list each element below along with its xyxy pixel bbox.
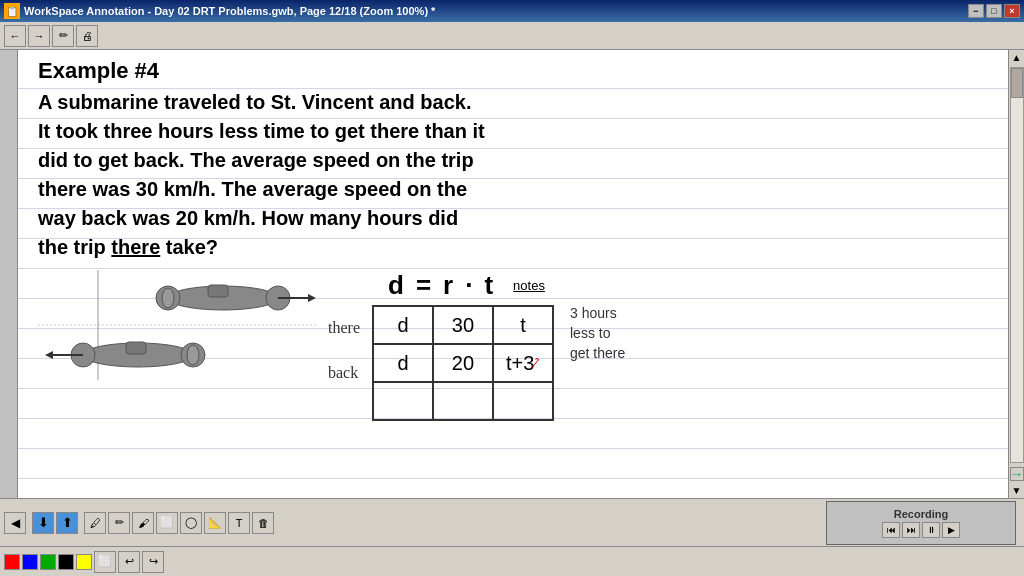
problem-line-2: It took three hours less time to get the… bbox=[38, 117, 988, 146]
notes-column: 3 hours less to get there bbox=[570, 305, 625, 361]
svg-point-6 bbox=[162, 288, 174, 308]
scroll-thumb[interactable] bbox=[1010, 67, 1024, 463]
cell-there-d: d bbox=[373, 306, 433, 344]
cell-back-d: d bbox=[373, 344, 433, 382]
window-controls[interactable]: − □ × bbox=[968, 4, 1020, 18]
rec-btn-3[interactable]: ⏸ bbox=[922, 522, 940, 538]
recording-panel: Recording ⏮ ⏭ ⏸ ▶ bbox=[826, 501, 1016, 545]
content-inner: Example #4 A submarine traveled to St. V… bbox=[18, 50, 1008, 429]
app-icon: 📋 bbox=[4, 3, 20, 19]
drt-dot-header: · bbox=[465, 270, 472, 301]
color-blue[interactable] bbox=[22, 554, 38, 570]
scroll-up-button[interactable]: ▲ bbox=[1010, 50, 1024, 65]
note-line-3: get there bbox=[570, 345, 625, 361]
title-bar-text: WorkSpace Annotation - Day 02 DRT Proble… bbox=[24, 5, 968, 17]
tool-btn-5[interactable]: ◯ bbox=[180, 512, 202, 534]
problem-line-4: there was 30 km/h. The average speed on … bbox=[38, 175, 988, 204]
nav-toolbar: ⬇ ⬆ bbox=[32, 512, 78, 534]
close-button[interactable]: × bbox=[1004, 4, 1020, 18]
cell-back-t: t+3 ̸̂ bbox=[493, 344, 553, 382]
submarine-svg bbox=[38, 270, 318, 380]
rec-btn-4[interactable]: ▶ bbox=[942, 522, 960, 538]
row-label-back: back bbox=[328, 364, 360, 382]
undo-btn[interactable]: ↩ bbox=[118, 551, 140, 573]
rec-btn-2[interactable]: ⏭ bbox=[902, 522, 920, 538]
forward-button[interactable]: → bbox=[28, 25, 50, 47]
problem-line-1: A submarine traveled to St. Vincent and … bbox=[38, 88, 988, 117]
problem-line-5: way back was 20 km/h. How many hours did bbox=[38, 204, 988, 233]
cell-empty-1 bbox=[373, 382, 433, 420]
scroll-right-arrow[interactable]: → bbox=[1010, 467, 1024, 481]
row-label-there: there bbox=[328, 319, 360, 337]
drawing-toolbar: ⬜ ↩ ↪ bbox=[0, 546, 1024, 576]
recording-controls[interactable]: ⏮ ⏭ ⏸ ▶ bbox=[882, 522, 960, 538]
redo-btn[interactable]: ↪ bbox=[142, 551, 164, 573]
left-margin bbox=[0, 50, 18, 498]
submarine-diagram bbox=[38, 270, 318, 380]
there-underlined: there bbox=[111, 236, 160, 258]
tool-btn-2[interactable]: ✏ bbox=[108, 512, 130, 534]
print-button[interactable]: 🖨 bbox=[76, 25, 98, 47]
recording-label: Recording bbox=[894, 508, 948, 520]
bottom-toolbar-buttons: 🖊 ✏ 🖌 ⬜ ◯ 📐 T 🗑 bbox=[84, 512, 274, 534]
note-line-1: 3 hours bbox=[570, 305, 625, 321]
edit-button[interactable]: ✏ bbox=[52, 25, 74, 47]
problem-line-3: did to get back. The average speed on th… bbox=[38, 146, 988, 175]
tool-btn-3[interactable]: 🖌 bbox=[132, 512, 154, 534]
svg-rect-12 bbox=[126, 342, 146, 354]
tool-btn-6[interactable]: 📐 bbox=[204, 512, 226, 534]
nav-prev-button[interactable]: ◀ bbox=[4, 512, 26, 534]
drt-table-container: there back d 30 t d 20 bbox=[328, 305, 625, 421]
main-toolbar: ← → ✏ 🖨 bbox=[0, 22, 1024, 50]
nav-down-icon[interactable]: ⬇ bbox=[32, 512, 54, 534]
problem-text: A submarine traveled to St. Vincent and … bbox=[38, 88, 988, 262]
minimize-button[interactable]: − bbox=[968, 4, 984, 18]
table-row bbox=[373, 382, 553, 420]
example-title: Example #4 bbox=[38, 58, 988, 84]
svg-rect-5 bbox=[208, 285, 228, 297]
drt-d-header: d bbox=[388, 270, 404, 301]
drt-data-table: d 30 t d 20 t+3 ̸̂ bbox=[372, 305, 554, 421]
drt-r-header: r bbox=[443, 270, 453, 301]
cell-empty-2 bbox=[433, 382, 493, 420]
row-labels: there back bbox=[328, 305, 364, 395]
cell-back-r: 20 bbox=[433, 344, 493, 382]
color-black[interactable] bbox=[58, 554, 74, 570]
drt-t-header: t bbox=[484, 270, 493, 301]
color-yellow[interactable] bbox=[76, 554, 92, 570]
rec-btn-1[interactable]: ⏮ bbox=[882, 522, 900, 538]
note-line-2: less to bbox=[570, 325, 625, 341]
scroll-thumb-inner[interactable] bbox=[1011, 68, 1023, 98]
content-area: Example #4 A submarine traveled to St. V… bbox=[18, 50, 1008, 498]
diagram-area: d = r · t notes there back bbox=[38, 270, 988, 421]
color-red[interactable] bbox=[4, 554, 20, 570]
bottom-nav-bar: ◀ ⬇ ⬆ 🖊 ✏ 🖌 ⬜ ◯ 📐 T 🗑 Recording ⏮ ⏭ ⏸ ▶ bbox=[0, 498, 1024, 546]
drt-equals-header: = bbox=[416, 270, 431, 301]
cell-there-t: t bbox=[493, 306, 553, 344]
back-button[interactable]: ← bbox=[4, 25, 26, 47]
problem-line-6: the trip there take? bbox=[38, 233, 988, 262]
tool-btn-1[interactable]: 🖊 bbox=[84, 512, 106, 534]
notes-label: notes bbox=[513, 278, 545, 293]
cell-there-r: 30 bbox=[433, 306, 493, 344]
scroll-down-button[interactable]: ▼ bbox=[1010, 483, 1024, 498]
eraser-btn[interactable]: ⬜ bbox=[94, 551, 116, 573]
cell-empty-3 bbox=[493, 382, 553, 420]
nav-up-icon[interactable]: ⬆ bbox=[56, 512, 78, 534]
svg-marker-8 bbox=[308, 294, 316, 302]
svg-marker-15 bbox=[45, 351, 53, 359]
scrollbar[interactable]: ▲ → ▼ bbox=[1008, 50, 1024, 498]
table-row: d 30 t bbox=[373, 306, 553, 344]
drt-section: d = r · t notes there back bbox=[328, 270, 988, 421]
tool-btn-7[interactable]: T bbox=[228, 512, 250, 534]
title-bar: 📋 WorkSpace Annotation - Day 02 DRT Prob… bbox=[0, 0, 1024, 22]
color-green[interactable] bbox=[40, 554, 56, 570]
maximize-button[interactable]: □ bbox=[986, 4, 1002, 18]
tool-btn-8[interactable]: 🗑 bbox=[252, 512, 274, 534]
svg-point-13 bbox=[187, 345, 199, 365]
table-row: d 20 t+3 ̸̂ bbox=[373, 344, 553, 382]
main-area: Example #4 A submarine traveled to St. V… bbox=[0, 50, 1024, 498]
tool-btn-4[interactable]: ⬜ bbox=[156, 512, 178, 534]
drt-header-row: d = r · t notes bbox=[388, 270, 545, 301]
